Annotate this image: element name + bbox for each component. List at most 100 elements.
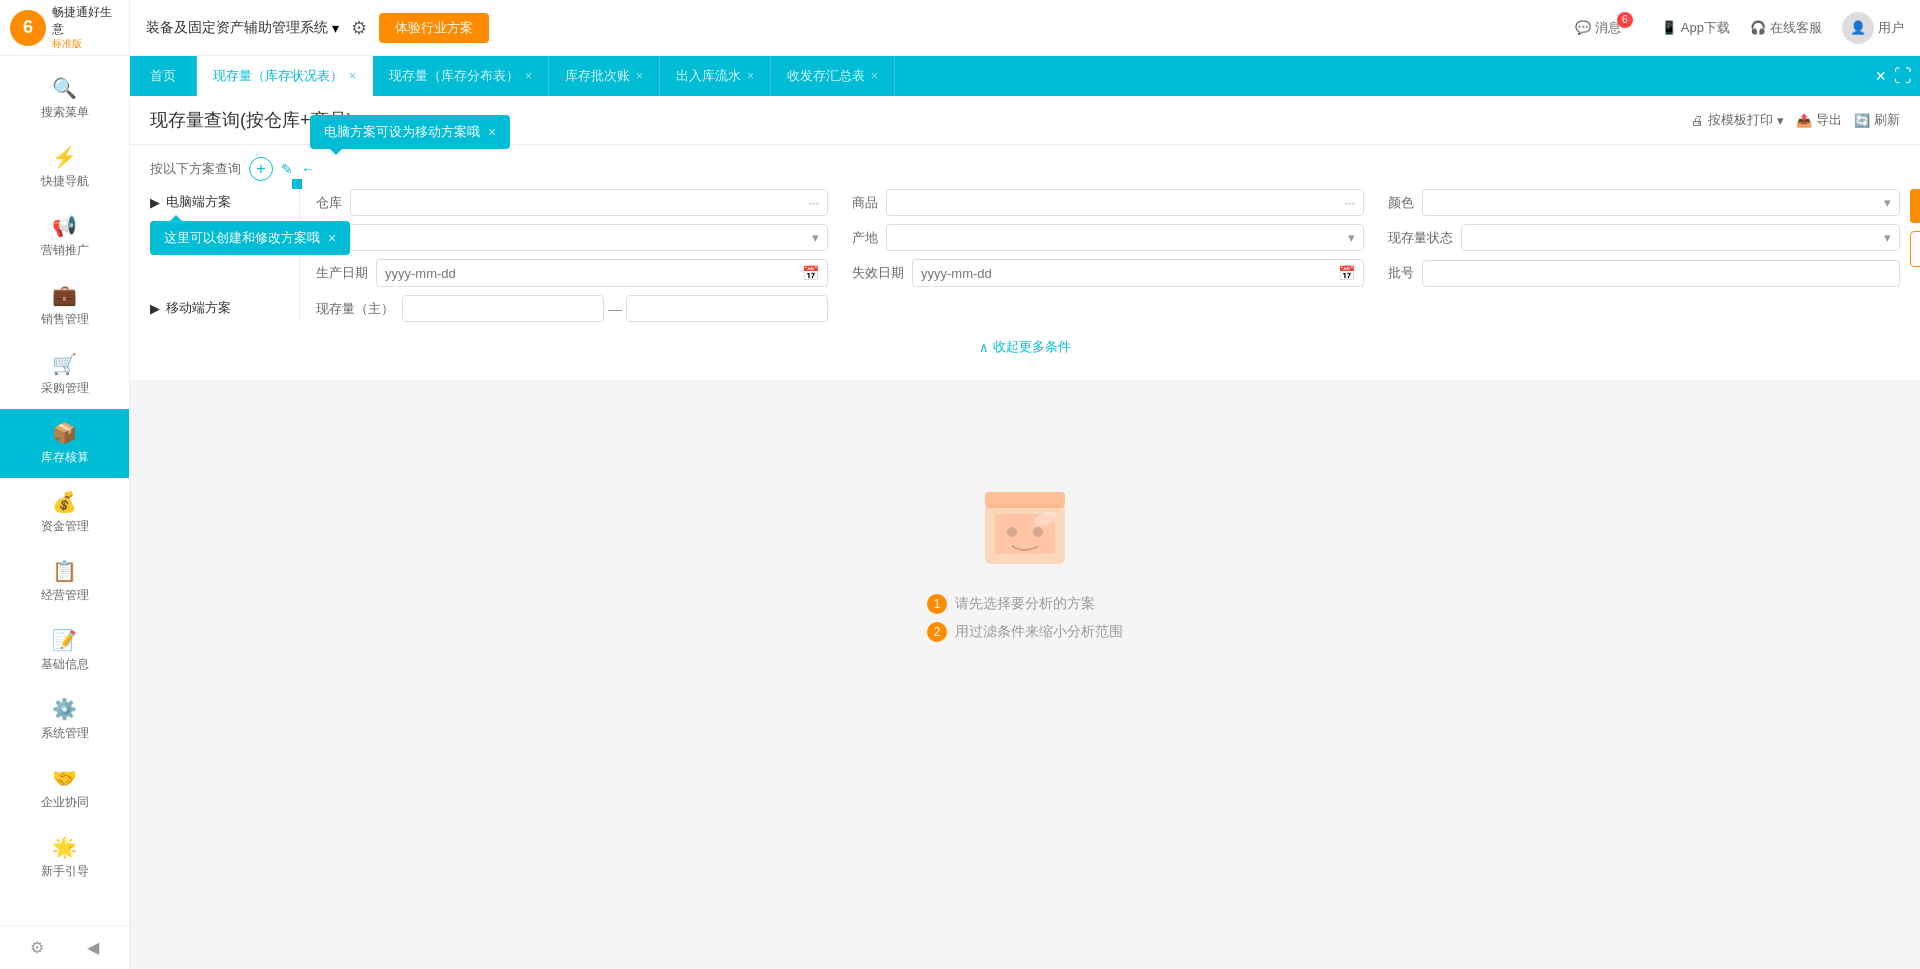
size-select[interactable]: ▾ [350, 224, 828, 251]
warehouse-label: 仓库 [316, 194, 342, 212]
print-dropdown-icon: ▾ [1777, 113, 1784, 128]
export-label: 导出 [1816, 111, 1842, 129]
collapse-sidebar-icon[interactable]: ◀ [87, 938, 99, 957]
newbie-icon: 🌟 [52, 835, 77, 859]
prod-date-calendar-icon[interactable]: 📅 [802, 265, 819, 281]
color-dropdown-icon: ▾ [1884, 195, 1891, 210]
sidebar-logo: 6 畅捷通好生意 标准版 [0, 0, 129, 56]
exp-date-input[interactable] [921, 266, 1338, 281]
sidebar-item-label: 库存核算 [41, 449, 89, 466]
sidebar-item-label: 搜索菜单 [41, 104, 89, 121]
reset-button[interactable]: 设置 [1910, 231, 1920, 267]
scheme-desktop-item[interactable]: ▶ 电脑端方案 [150, 189, 287, 215]
tab-batch[interactable]: 库存批次账 × [549, 56, 660, 96]
sidebar-item-finance[interactable]: 💰 资金管理 [0, 478, 129, 547]
scheme-mobile-item[interactable]: ▶ 移动端方案 [150, 295, 287, 321]
tab-inventory-dist[interactable]: 现存量（库存分布表） × [373, 56, 549, 96]
tab-inout[interactable]: 出入库流水 × [660, 56, 771, 96]
tabbar-close-icon[interactable]: × [1875, 66, 1886, 87]
batch-label: 批号 [1388, 264, 1414, 282]
refresh-btn[interactable]: 🔄 刷新 [1854, 111, 1900, 129]
tab-batch-close-icon[interactable]: × [636, 69, 643, 83]
purchase-icon: 🛒 [52, 352, 77, 376]
dot-indicator [292, 179, 302, 189]
sidebar-item-label: 新手引导 [41, 863, 89, 880]
sidebar-item-marketing[interactable]: 📢 营销推广 [0, 202, 129, 271]
filter-back-icon[interactable]: ← [301, 161, 315, 177]
filter-add-scheme-button[interactable]: + [249, 157, 273, 181]
filter-batch: 批号 [1388, 259, 1900, 287]
settings-gear-icon[interactable]: ⚙ [351, 17, 367, 39]
inventory-icon: 📦 [52, 421, 77, 445]
tab-inventory-status-close-icon[interactable]: × [349, 69, 356, 83]
sidebar-item-search[interactable]: 🔍 搜索菜单 [0, 64, 129, 133]
sidebar-item-quicknav[interactable]: ⚡ 快捷导航 [0, 133, 129, 202]
stock-qty-max-input[interactable] [626, 295, 828, 322]
tooltip-desktop-to-mobile: 电脑方案可设为移动方案哦 × [310, 115, 510, 149]
trial-button[interactable]: 体验行业方案 [379, 13, 489, 43]
hint-text-1: 请先选择要分析的方案 [955, 595, 1095, 613]
export-btn[interactable]: 📤 导出 [1796, 111, 1842, 129]
online-support-icon: 🎧 [1750, 20, 1766, 35]
tab-receive[interactable]: 收发存汇总表 × [771, 56, 895, 96]
stock-qty-min-input[interactable] [402, 295, 604, 322]
filter-action-buttons: 查询 设置 [1910, 189, 1920, 267]
filter-size: 尺码 ▾ [316, 224, 828, 251]
topbar-left: 装备及固定资产辅助管理系统 ▾ ⚙ 体验行业方案 [146, 13, 489, 43]
more-conditions-toggle[interactable]: ∧ 收起更多条件 [150, 330, 1900, 368]
tooltip-2-close-icon[interactable]: × [328, 230, 336, 246]
stock-status-select[interactable]: ▾ [1461, 224, 1900, 251]
empty-hint-2: 2 用过滤条件来缩小分析范围 [927, 622, 1123, 642]
prod-date-input-wrap[interactable]: 📅 [376, 259, 828, 287]
topbar: 装备及固定资产辅助管理系统 ▾ ⚙ 体验行业方案 💬 消息 6 📱 App下载 … [130, 0, 1920, 56]
scheme-panel: ▶ 电脑端方案 这里可以创建和修改方案哦 × ▶ 移动端方案 [150, 189, 300, 321]
filter-section: 按以下方案查询 + ✎ ← 电脑方案可设为移动方案哦 × ▶ 电脑端方案 [130, 145, 1920, 380]
exp-date-input-wrap[interactable]: 📅 [912, 259, 1364, 287]
empty-hint-1: 1 请先选择要分析的方案 [927, 594, 1123, 614]
tab-inout-close-icon[interactable]: × [747, 69, 754, 83]
origin-select[interactable]: ▾ [886, 224, 1364, 251]
batch-input[interactable] [1422, 260, 1900, 287]
sidebar-item-system[interactable]: ⚙️ 系统管理 [0, 685, 129, 754]
exp-date-calendar-icon[interactable]: 📅 [1338, 265, 1355, 281]
tab-inventory-dist-close-icon[interactable]: × [525, 69, 532, 83]
scheme-desktop-label: 电脑端方案 [166, 193, 231, 211]
warehouse-select[interactable]: ··· [350, 189, 828, 216]
svg-point-4 [1033, 527, 1043, 537]
sidebar-item-basic[interactable]: 📝 基础信息 [0, 616, 129, 685]
color-select[interactable]: ▾ [1422, 189, 1900, 216]
sidebar-item-inventory[interactable]: 📦 库存核算 [0, 409, 129, 478]
sidebar-item-operations[interactable]: 📋 经营管理 [0, 547, 129, 616]
online-support-btn[interactable]: 🎧 在线客服 [1750, 19, 1822, 37]
tab-receive-close-icon[interactable]: × [871, 69, 878, 83]
filter-edit-icon[interactable]: ✎ [281, 161, 293, 177]
user-menu[interactable]: 👤 用户 [1842, 12, 1904, 44]
tabbar: 首页 现存量（库存状况表） × 现存量（库存分布表） × 库存批次账 × 出入库… [130, 56, 1920, 96]
collab-icon: 🤝 [52, 766, 77, 790]
settings-bottom-icon[interactable]: ⚙ [30, 938, 44, 957]
sidebar-item-newbie[interactable]: 🌟 新手引导 [0, 823, 129, 892]
goods-select[interactable]: ··· [886, 189, 1364, 216]
tab-inventory-status[interactable]: 现存量（库存状况表） × [197, 56, 373, 96]
sidebar-item-purchase[interactable]: 🛒 采购管理 [0, 340, 129, 409]
prod-date-input[interactable] [385, 266, 802, 281]
message-icon: 💬 [1575, 20, 1591, 35]
empty-illustration-svg [965, 464, 1085, 574]
sidebar-bottom: ⚙ ◀ [0, 925, 129, 969]
filter-row-4: 现存量（主） — [316, 295, 1900, 322]
app-download-btn[interactable]: 📱 App下载 [1661, 19, 1730, 37]
search-button[interactable]: 查询 [1910, 189, 1920, 223]
user-avatar: 👤 [1842, 12, 1874, 44]
tabbar-fullscreen-icon[interactable]: ⛶ [1894, 66, 1912, 87]
sidebar-item-collab[interactable]: 🤝 企业协同 [0, 754, 129, 823]
messages-btn[interactable]: 💬 消息 6 [1575, 19, 1641, 37]
svg-point-3 [1007, 527, 1017, 537]
filter-prod-date: 生产日期 📅 [316, 259, 828, 287]
system-name-dropdown[interactable]: 装备及固定资产辅助管理系统 ▾ [146, 19, 339, 37]
tab-home[interactable]: 首页 [130, 56, 197, 96]
sidebar-item-sales[interactable]: 💼 销售管理 [0, 271, 129, 340]
warehouse-more-icon: ··· [808, 195, 819, 210]
print-template-btn[interactable]: 🖨 按模板打印 ▾ [1691, 111, 1784, 129]
app-download-icon: 📱 [1661, 20, 1677, 35]
tooltip-1-close-icon[interactable]: × [488, 124, 496, 140]
